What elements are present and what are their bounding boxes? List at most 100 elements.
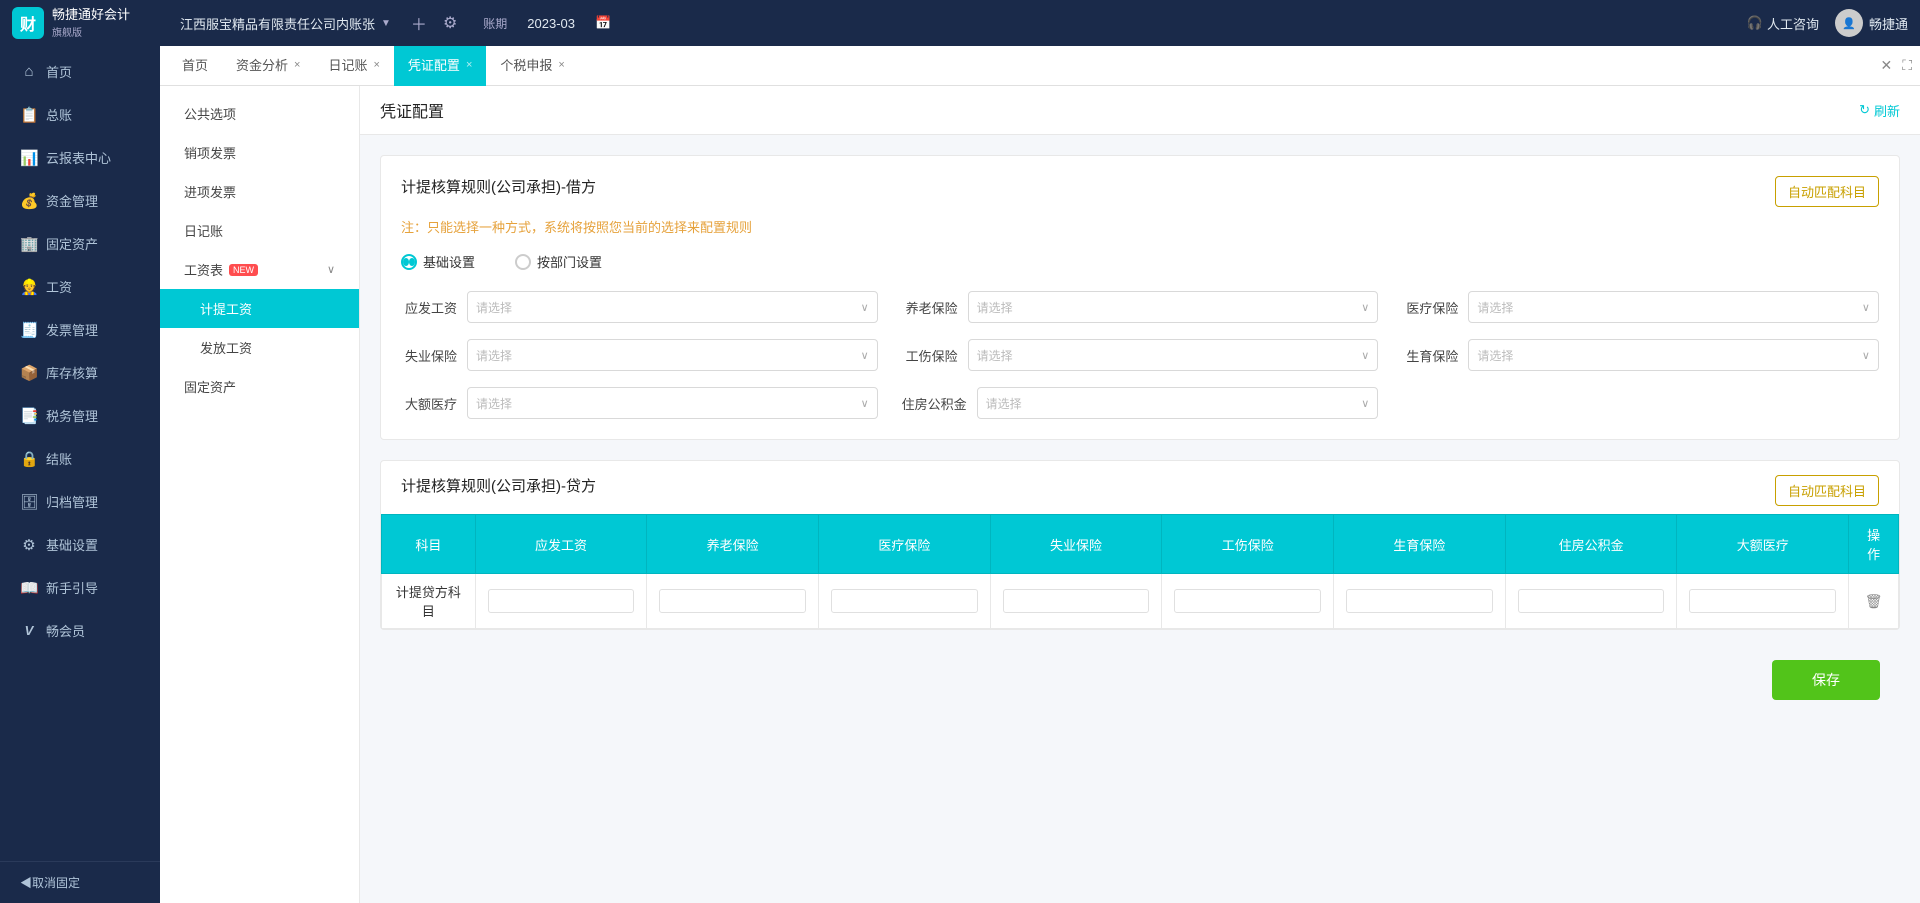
ylbx-arrow-icon: ∨ bbox=[1361, 301, 1369, 314]
gsbx-placeholder: 请选择 bbox=[977, 347, 1013, 364]
main-layout: ⌂ 首页 📋 总账 📊 云报表中心 💰 资金管理 🏢 固定资产 👷 工资 🧾 发… bbox=[0, 46, 1920, 903]
add-icon[interactable]: ＋ bbox=[411, 11, 427, 35]
sidebar-item-salary[interactable]: 👷 工资 bbox=[0, 265, 160, 308]
row-yfgz-input[interactable] bbox=[488, 589, 635, 613]
left-nav-fixed-assets[interactable]: 固定资产 bbox=[160, 367, 359, 406]
radio-basic[interactable]: 基础设置 bbox=[401, 252, 475, 271]
company-selector[interactable]: 江西服宝精品有限责任公司内账张 ▼ bbox=[180, 14, 391, 33]
sidebar-item-closing[interactable]: 🔒 结账 bbox=[0, 437, 160, 480]
sidebar-item-tax[interactable]: 📑 税务管理 bbox=[0, 394, 160, 437]
sidebar-item-ledger[interactable]: 📋 总账 bbox=[0, 93, 160, 136]
debit-section-title: 计提核算规则(公司承担)-借方 bbox=[401, 176, 596, 197]
yfgz-select[interactable]: 请选择 ∨ bbox=[467, 291, 878, 323]
sidebar-item-label: 资金管理 bbox=[46, 191, 98, 210]
refresh-button[interactable]: ↻ 刷新 bbox=[1859, 101, 1900, 120]
sidebar-item-label: 云报表中心 bbox=[46, 148, 111, 167]
col-ylbx: 养老保险 bbox=[647, 515, 819, 574]
sidebar-item-settings[interactable]: ⚙ 基础设置 bbox=[0, 523, 160, 566]
sidebar-item-invoice[interactable]: 🧾 发票管理 bbox=[0, 308, 160, 351]
expand-icon: ∨ bbox=[327, 263, 335, 276]
tab-voucher[interactable]: 凭证配置 × bbox=[394, 46, 486, 86]
left-nav-pay-salary[interactable]: 发放工资 bbox=[160, 328, 359, 367]
sidebar-item-label: 新手引导 bbox=[46, 578, 98, 597]
refresh-label: 刷新 bbox=[1874, 101, 1900, 120]
tab-home[interactable]: 首页 bbox=[168, 46, 222, 86]
field-gsbx: 工伤保险 请选择 ∨ bbox=[902, 339, 1379, 371]
credit-section: 计提核算规则(公司承担)-贷方 自动匹配科目 科目 应发工资 养老保险 医疗保险 bbox=[380, 460, 1900, 630]
sidebar-item-label: 发票管理 bbox=[46, 320, 98, 339]
radio-dept[interactable]: 按部门设置 bbox=[515, 252, 602, 271]
left-nav-journal[interactable]: 日记账 bbox=[160, 211, 359, 250]
gsbx-select[interactable]: 请选择 ∨ bbox=[968, 339, 1379, 371]
field-yfgz: 应发工资 请选择 ∨ bbox=[401, 291, 878, 323]
row-delete-icon[interactable]: 🗑 bbox=[1865, 593, 1883, 609]
app-edition: 旗舰版 bbox=[52, 24, 130, 39]
gjj-select[interactable]: 请选择 ∨ bbox=[977, 387, 1379, 419]
sybx2-select[interactable]: 请选择 ∨ bbox=[1468, 339, 1879, 371]
left-nav-salary-table[interactable]: 工资表 NEW ∨ bbox=[160, 250, 359, 289]
sybx-select[interactable]: 请选择 ∨ bbox=[467, 339, 878, 371]
ylbx2-label: 医疗保险 bbox=[1402, 298, 1458, 317]
settings-icon[interactable]: ⚙ bbox=[443, 13, 457, 33]
left-nav-advance-salary[interactable]: 计提工资 bbox=[160, 289, 359, 328]
credit-section-title: 计提核算规则(公司承担)-贷方 bbox=[401, 475, 596, 496]
day-select[interactable]: 请选择 ∨ bbox=[467, 387, 878, 419]
sidebar-item-home[interactable]: ⌂ 首页 bbox=[0, 50, 160, 93]
col-yfgz: 应发工资 bbox=[475, 515, 647, 574]
sybx-label: 失业保险 bbox=[401, 346, 457, 365]
sidebar-item-guide[interactable]: 📖 新手引导 bbox=[0, 566, 160, 609]
sidebar-item-member[interactable]: V 畅会员 bbox=[0, 609, 160, 652]
sidebar-item-inventory[interactable]: 📦 库存核算 bbox=[0, 351, 160, 394]
tab-journal-close[interactable]: × bbox=[373, 59, 379, 71]
left-nav-public[interactable]: 公共选项 bbox=[160, 94, 359, 133]
content-area: 首页 资金分析 × 日记账 × 凭证配置 × 个税申报 × ✕ ⛶ bbox=[160, 46, 1920, 903]
ylbx-select[interactable]: 请选择 ∨ bbox=[968, 291, 1379, 323]
left-nav-sales[interactable]: 销项发票 bbox=[160, 133, 359, 172]
tab-close-all-icon[interactable]: ✕ bbox=[1880, 57, 1892, 74]
credit-auto-match-button[interactable]: 自动匹配科目 bbox=[1775, 475, 1879, 506]
sidebar-item-archive[interactable]: 🗄 归档管理 bbox=[0, 480, 160, 523]
row-ylbx-input[interactable] bbox=[659, 589, 806, 613]
field-ylbx: 养老保险 请选择 ∨ bbox=[902, 291, 1379, 323]
company-name: 江西服宝精品有限责任公司内账张 bbox=[180, 14, 375, 33]
row-gjj-input[interactable] bbox=[1518, 589, 1665, 613]
calendar-icon[interactable]: 📅 bbox=[595, 15, 611, 31]
sidebar-item-assets[interactable]: 🏢 固定资产 bbox=[0, 222, 160, 265]
sidebar-item-funds[interactable]: 💰 资金管理 bbox=[0, 179, 160, 222]
row-day-input[interactable] bbox=[1689, 589, 1836, 613]
username: 畅捷通 bbox=[1869, 14, 1908, 33]
sidebar-item-label: 畅会员 bbox=[46, 621, 85, 640]
row-sybx-input[interactable] bbox=[1003, 589, 1150, 613]
sidebar-item-label: 总账 bbox=[46, 105, 72, 124]
day-label: 大额医疗 bbox=[401, 394, 457, 413]
tab-journal[interactable]: 日记账 × bbox=[314, 46, 393, 86]
assets-icon: 🏢 bbox=[20, 235, 38, 253]
sybx-placeholder: 请选择 bbox=[476, 347, 512, 364]
left-nav-purchase[interactable]: 进项发票 bbox=[160, 172, 359, 211]
app-logo-icon: 财 bbox=[12, 7, 44, 39]
row-sybx2-input[interactable] bbox=[1346, 589, 1493, 613]
tab-fullscreen-icon[interactable]: ⛶ bbox=[1902, 57, 1912, 74]
tab-voucher-close[interactable]: × bbox=[466, 59, 472, 71]
tab-funds-close[interactable]: × bbox=[294, 59, 300, 71]
cancel-fixed-button[interactable]: ◀取消固定 bbox=[0, 861, 160, 903]
col-ylbx2: 医疗保险 bbox=[819, 515, 991, 574]
tab-tax[interactable]: 个税申报 × bbox=[486, 46, 578, 86]
tab-funds[interactable]: 资金分析 × bbox=[222, 46, 314, 86]
tab-tax-close[interactable]: × bbox=[558, 59, 564, 71]
sidebar-item-label: 归档管理 bbox=[46, 492, 98, 511]
debit-auto-match-button[interactable]: 自动匹配科目 bbox=[1775, 176, 1879, 207]
user-menu[interactable]: 👤 畅捷通 bbox=[1835, 9, 1908, 37]
sybx2-arrow-icon: ∨ bbox=[1862, 349, 1870, 362]
support-button[interactable]: 🎧 人工咨询 bbox=[1747, 14, 1819, 33]
ylbx2-select[interactable]: 请选择 ∨ bbox=[1468, 291, 1879, 323]
col-subject: 科目 bbox=[382, 515, 476, 574]
radio-dept-circle bbox=[515, 254, 531, 270]
left-nav-public-label: 公共选项 bbox=[184, 104, 236, 123]
ylbx2-arrow-icon: ∨ bbox=[1862, 301, 1870, 314]
row-ylbx2-input[interactable] bbox=[831, 589, 978, 613]
sidebar-item-reports[interactable]: 📊 云报表中心 bbox=[0, 136, 160, 179]
row-gsbx-input[interactable] bbox=[1174, 589, 1321, 613]
save-button[interactable]: 保存 bbox=[1772, 660, 1880, 700]
row-sybx-cell bbox=[990, 574, 1162, 629]
